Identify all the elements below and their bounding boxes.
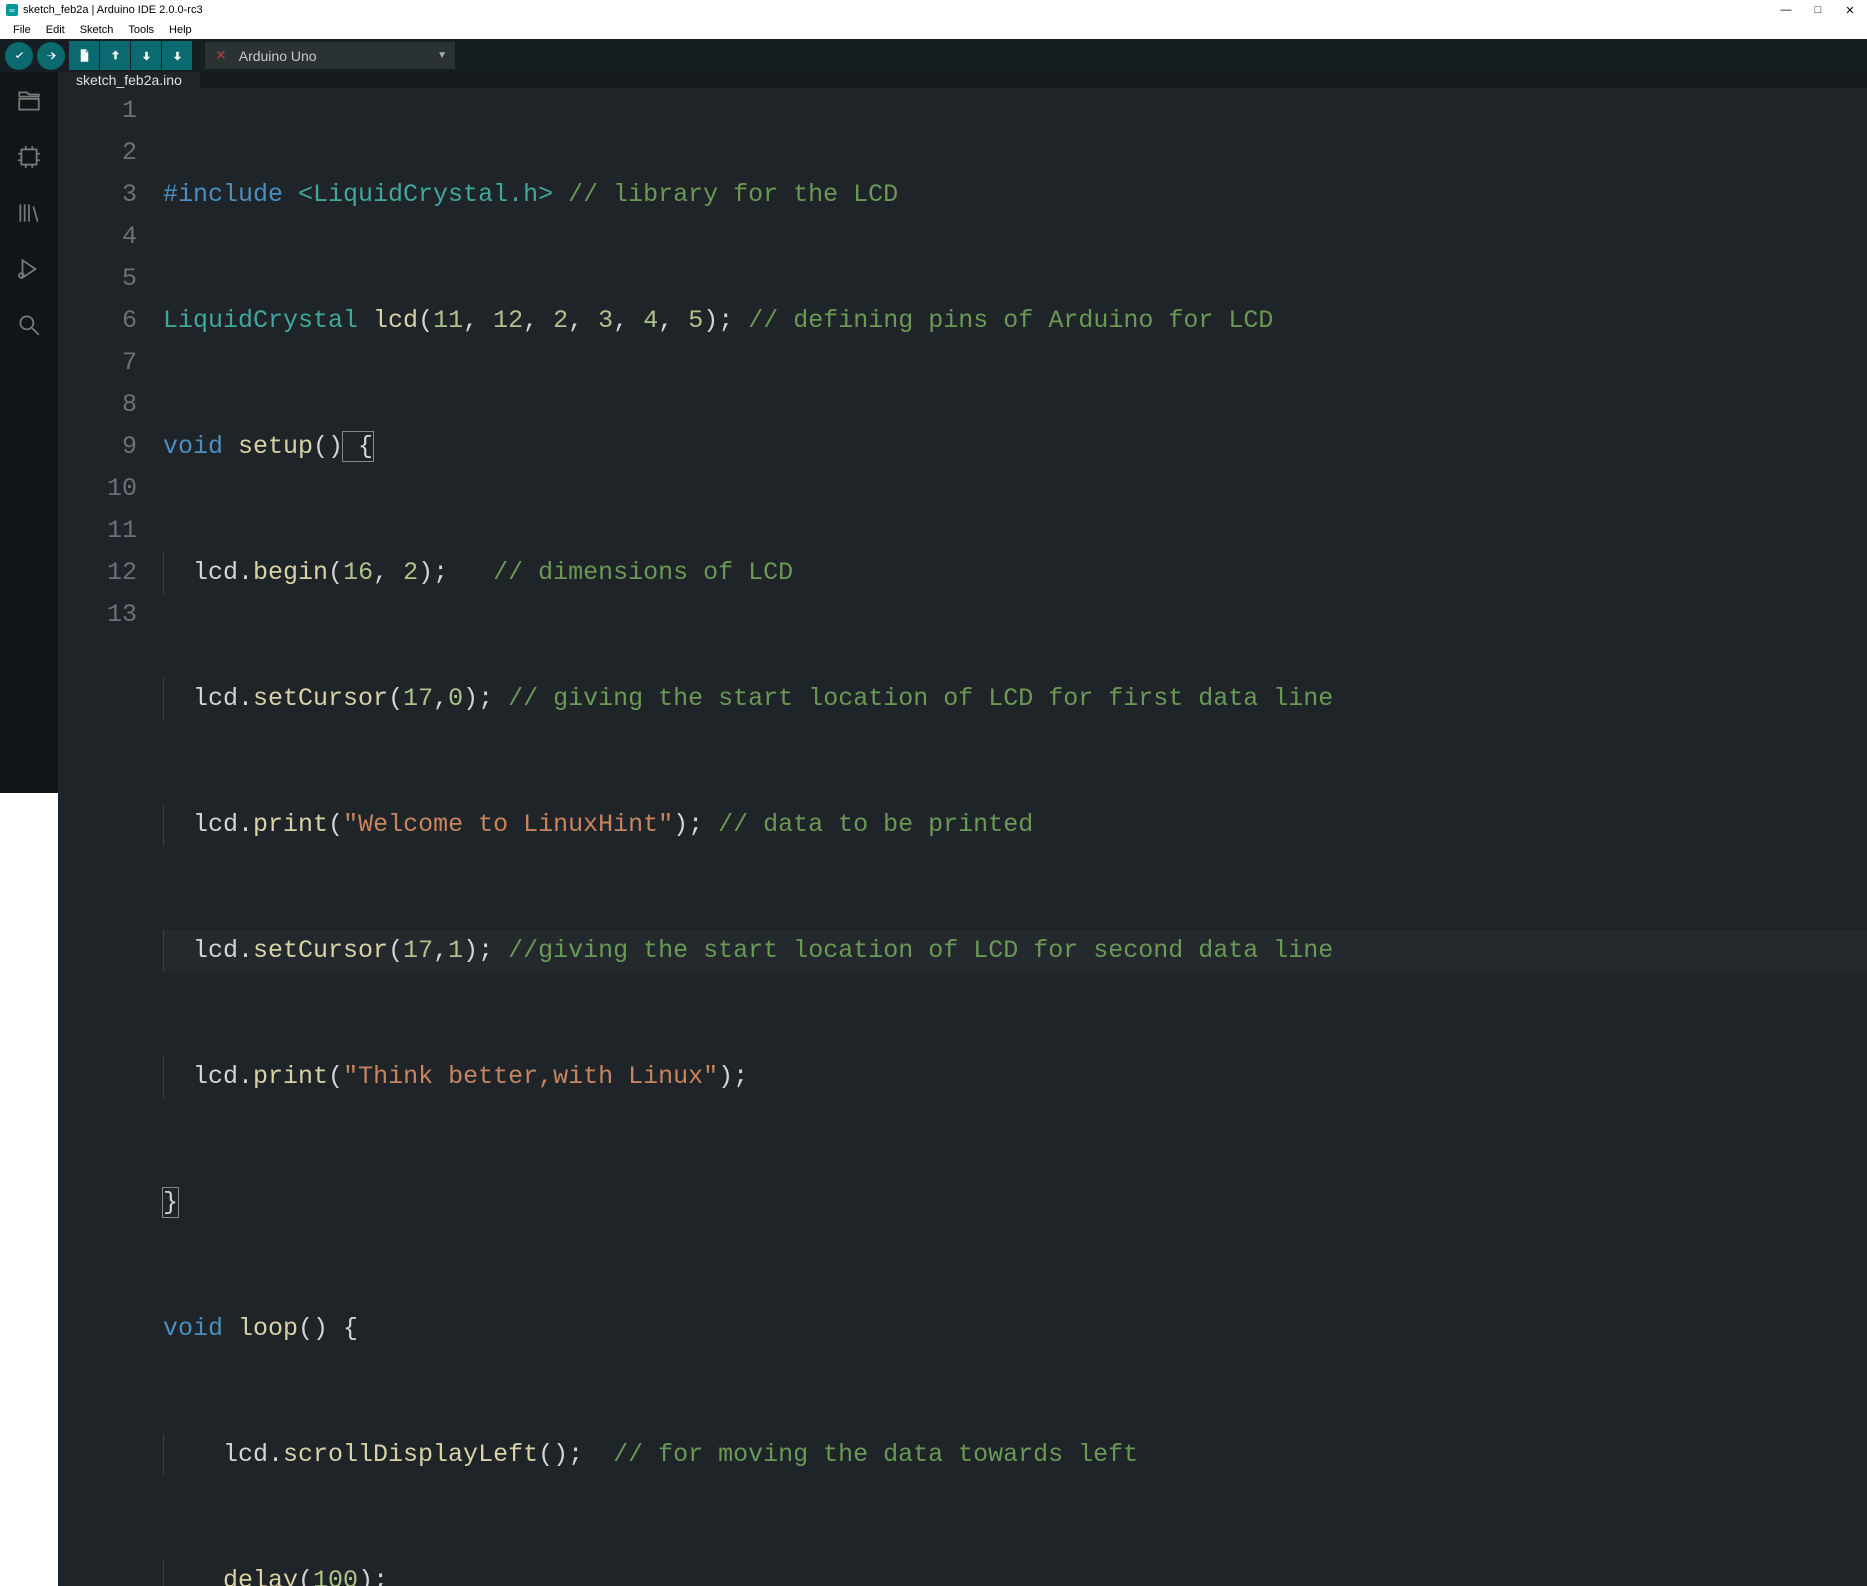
code-line[interactable]: } xyxy=(163,1182,1867,1224)
line-gutter: 1 2 3 4 5 6 7 8 9 10 11 12 13 xyxy=(58,88,163,1586)
chevron-down-icon: ▼ xyxy=(437,50,447,61)
board-selector[interactable]: ✕ Arduino Uno ▼ xyxy=(205,42,455,69)
window-title: sketch_feb2a | Arduino IDE 2.0.0-rc3 xyxy=(23,4,203,16)
maximize-button[interactable]: □ xyxy=(1811,4,1825,17)
board-name: Arduino Uno xyxy=(239,48,317,64)
line-number: 13 xyxy=(58,594,137,636)
arrow-down-icon xyxy=(170,48,185,63)
code-editor[interactable]: 1 2 3 4 5 6 7 8 9 10 11 12 13 #include <… xyxy=(58,88,1867,1586)
titlebar: ∞ sketch_feb2a | Arduino IDE 2.0.0-rc3 —… xyxy=(0,0,1867,20)
code-line[interactable]: LiquidCrystal lcd(11, 12, 2, 3, 4, 5); /… xyxy=(163,300,1867,342)
search-icon[interactable] xyxy=(14,310,44,340)
code-line[interactable]: void setup() { xyxy=(163,426,1867,468)
line-number: 8 xyxy=(58,384,137,426)
tab-sketch[interactable]: sketch_feb2a.ino xyxy=(58,72,200,88)
arrow-up-icon xyxy=(108,48,123,63)
code-content[interactable]: #include <LiquidCrystal.h> // library fo… xyxy=(163,88,1867,1586)
library-manager-icon[interactable] xyxy=(14,198,44,228)
code-line[interactable]: lcd.setCursor(17,1); //giving the start … xyxy=(163,930,1867,972)
line-number: 4 xyxy=(58,216,137,258)
window-controls: — □ ✕ xyxy=(1779,4,1861,17)
board-status-icon: ✕ xyxy=(215,47,227,64)
arrow-down-icon xyxy=(139,48,154,63)
sketchbook-icon[interactable] xyxy=(14,86,44,116)
code-line[interactable]: lcd.print("Welcome to LinuxHint"); // da… xyxy=(163,804,1867,846)
close-button[interactable]: ✕ xyxy=(1843,4,1857,17)
menu-edit[interactable]: Edit xyxy=(39,23,72,37)
menubar: File Edit Sketch Tools Help xyxy=(0,20,1867,39)
verify-button[interactable] xyxy=(5,42,33,70)
upload-button[interactable] xyxy=(37,42,65,70)
activitybar xyxy=(0,72,58,793)
toolbar: ✕ Arduino Uno ▼ xyxy=(0,39,1867,72)
code-line[interactable]: lcd.print("Think better,with Linux"); xyxy=(163,1056,1867,1098)
menu-file[interactable]: File xyxy=(6,23,38,37)
line-number: 7 xyxy=(58,342,137,384)
boards-manager-icon[interactable] xyxy=(14,142,44,172)
menu-help[interactable]: Help xyxy=(162,23,199,37)
line-number: 6 xyxy=(58,300,137,342)
line-number: 9 xyxy=(58,426,137,468)
minimize-button[interactable]: — xyxy=(1779,4,1793,17)
line-number: 10 xyxy=(58,468,137,510)
open-button[interactable] xyxy=(100,41,130,70)
serial-monitor-button[interactable] xyxy=(162,41,192,70)
line-number: 12 xyxy=(58,552,137,594)
tabs: sketch_feb2a.ino xyxy=(58,72,1867,88)
debug-icon[interactable] xyxy=(14,254,44,284)
app-icon: ∞ xyxy=(6,4,18,16)
line-number: 3 xyxy=(58,174,137,216)
menu-sketch[interactable]: Sketch xyxy=(73,23,121,37)
code-line[interactable]: lcd.begin(16, 2); // dimensions of LCD xyxy=(163,552,1867,594)
line-number: 5 xyxy=(58,258,137,300)
line-number: 11 xyxy=(58,510,137,552)
line-number: 2 xyxy=(58,132,137,174)
file-icon xyxy=(77,48,92,63)
code-line[interactable]: lcd.setCursor(17,0); // giving the start… xyxy=(163,678,1867,720)
new-sketch-button[interactable] xyxy=(69,41,99,70)
menu-tools[interactable]: Tools xyxy=(121,23,161,37)
main-area: sketch_feb2a.ino 1 2 3 4 5 6 7 8 9 10 11… xyxy=(0,72,1867,793)
editor: sketch_feb2a.ino 1 2 3 4 5 6 7 8 9 10 11… xyxy=(58,72,1867,793)
code-line[interactable]: delay(100); xyxy=(163,1560,1867,1586)
check-icon xyxy=(12,48,27,63)
arrow-right-icon xyxy=(44,48,59,63)
code-line[interactable]: lcd.scrollDisplayLeft(); // for moving t… xyxy=(163,1434,1867,1476)
code-line[interactable]: void loop() { xyxy=(163,1308,1867,1350)
line-number: 1 xyxy=(58,90,137,132)
save-button[interactable] xyxy=(131,41,161,70)
code-line[interactable]: #include <LiquidCrystal.h> // library fo… xyxy=(163,174,1867,216)
